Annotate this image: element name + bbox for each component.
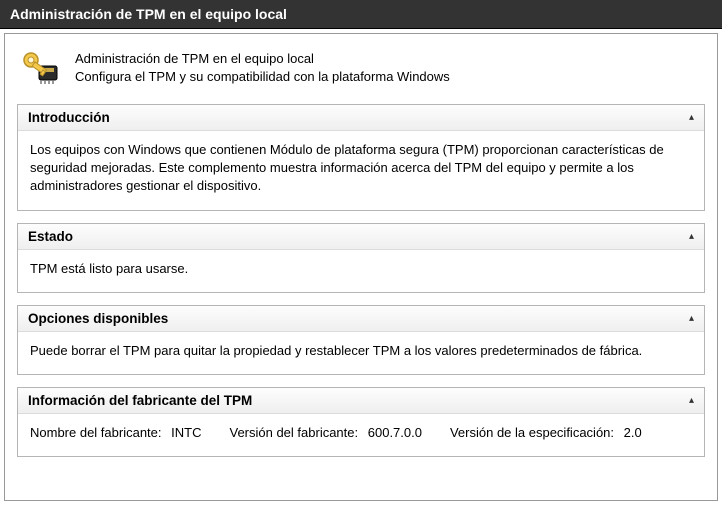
spec-version-label: Versión de la especificación: <box>450 425 614 440</box>
content-frame: Administración de TPM en el equipo local… <box>4 33 718 501</box>
panel-status: Estado ▴ TPM está listo para usarse. <box>17 223 705 293</box>
collapse-caret-icon: ▴ <box>689 112 694 123</box>
panel-options-header[interactable]: Opciones disponibles ▴ <box>18 306 704 332</box>
panel-manufacturer-header[interactable]: Información del fabricante del TPM ▴ <box>18 388 704 414</box>
window-titlebar: Administración de TPM en el equipo local <box>0 0 722 29</box>
manufacturer-name-label: Nombre del fabricante: <box>30 425 162 440</box>
panel-introduction: Introducción ▴ Los equipos con Windows q… <box>17 104 705 211</box>
spec-version-value: 2.0 <box>624 425 642 440</box>
console-subtitle: Configura el TPM y su compatibilidad con… <box>75 68 450 86</box>
panel-options-title: Opciones disponibles <box>28 311 168 326</box>
window-title: Administración de TPM en el equipo local <box>10 6 287 22</box>
panel-status-header[interactable]: Estado ▴ <box>18 224 704 250</box>
panel-options: Opciones disponibles ▴ Puede borrar el T… <box>17 305 705 375</box>
manufacturer-version-label: Versión del fabricante: <box>229 425 358 440</box>
console-header-text: Administración de TPM en el equipo local… <box>75 48 450 85</box>
manufacturer-name-value: INTC <box>171 425 201 440</box>
manufacturer-version-value: 600.7.0.0 <box>368 425 422 440</box>
panel-manufacturer-body: Nombre del fabricante: INTC Versión del … <box>18 414 704 456</box>
panel-status-body: TPM está listo para usarse. <box>18 250 704 292</box>
manufacturer-name: Nombre del fabricante: INTC <box>30 424 201 442</box>
panel-manufacturer: Información del fabricante del TPM ▴ Nom… <box>17 387 705 457</box>
panel-manufacturer-title: Información del fabricante del TPM <box>28 393 252 408</box>
console-header: Administración de TPM en el equipo local… <box>13 40 709 98</box>
spec-version: Versión de la especificación: 2.0 <box>450 424 642 442</box>
panel-introduction-body: Los equipos con Windows que contienen Mó… <box>18 131 704 210</box>
panel-introduction-header[interactable]: Introducción ▴ <box>18 105 704 131</box>
panel-options-body: Puede borrar el TPM para quitar la propi… <box>18 332 704 374</box>
console-title: Administración de TPM en el equipo local <box>75 50 450 68</box>
collapse-caret-icon: ▴ <box>689 313 694 324</box>
collapse-caret-icon: ▴ <box>689 231 694 242</box>
panel-introduction-title: Introducción <box>28 110 110 125</box>
tpm-admin-window: Administración de TPM en el equipo local <box>0 0 722 505</box>
manufacturer-info-row: Nombre del fabricante: INTC Versión del … <box>30 424 692 442</box>
manufacturer-version: Versión del fabricante: 600.7.0.0 <box>229 424 421 442</box>
panel-status-title: Estado <box>28 229 73 244</box>
tpm-key-chip-icon <box>21 48 61 88</box>
collapse-caret-icon: ▴ <box>689 395 694 406</box>
